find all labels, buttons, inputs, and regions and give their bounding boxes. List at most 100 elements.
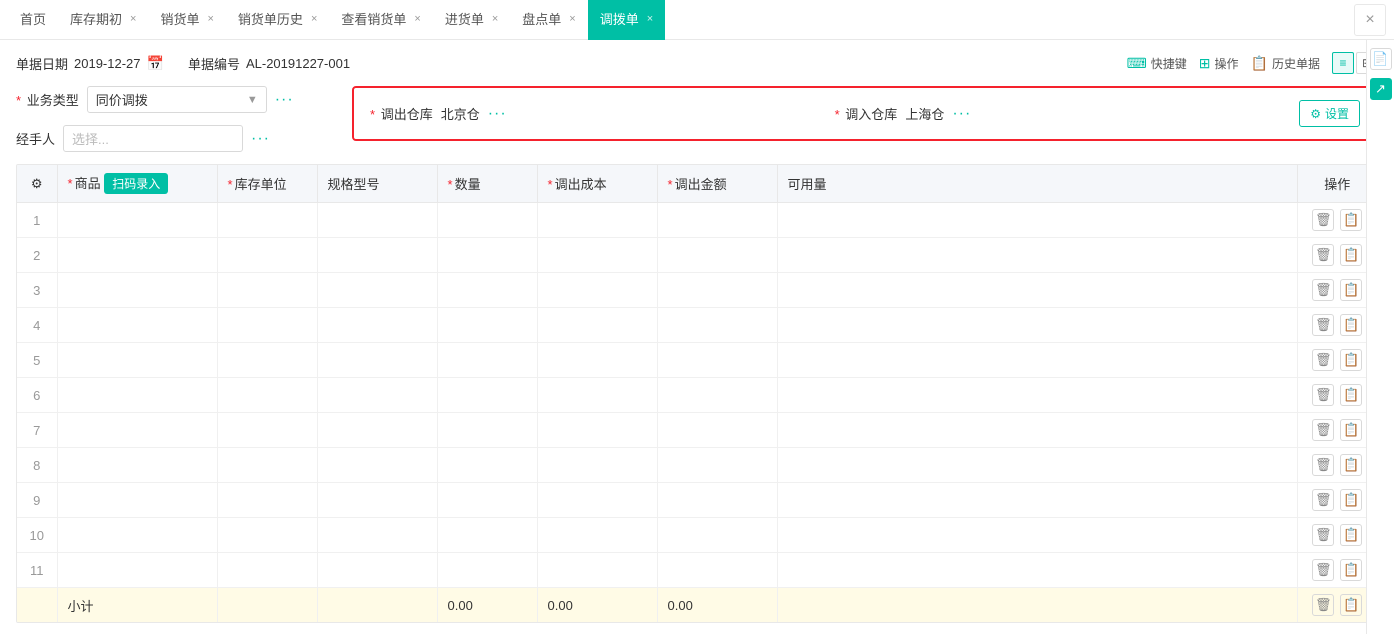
row-delete-11[interactable]: 🗑	[1312, 559, 1334, 581]
row-cost-6[interactable]	[537, 378, 657, 413]
row-delete-8[interactable]: 🗑	[1312, 454, 1334, 476]
row-amount-9[interactable]	[657, 483, 777, 518]
row-product-3[interactable]	[57, 273, 217, 308]
row-copy-1[interactable]: 📋	[1340, 209, 1362, 231]
row-cost-5[interactable]	[537, 343, 657, 378]
scan-button[interactable]: 扫码录入	[104, 173, 168, 194]
row-cost-2[interactable]	[537, 238, 657, 273]
tab-home[interactable]: 首页	[8, 0, 58, 40]
row-delete-6[interactable]: 🗑	[1312, 384, 1334, 406]
row-qty-9[interactable]	[437, 483, 537, 518]
row-amount-6[interactable]	[657, 378, 777, 413]
row-cost-8[interactable]	[537, 448, 657, 483]
row-available-1[interactable]	[777, 203, 1297, 238]
row-available-8[interactable]	[777, 448, 1297, 483]
row-copy-8[interactable]: 📋	[1340, 454, 1362, 476]
row-unit-8[interactable]	[217, 448, 317, 483]
settings-button[interactable]: ⚙ 设置	[1299, 100, 1360, 127]
tab-transfer-close[interactable]: ×	[647, 13, 653, 25]
row-product-10[interactable]	[57, 518, 217, 553]
tab-sales-order[interactable]: 销货单 ×	[148, 0, 225, 40]
row-spec-3[interactable]	[317, 273, 437, 308]
row-qty-10[interactable]	[437, 518, 537, 553]
row-spec-2[interactable]	[317, 238, 437, 273]
row-available-5[interactable]	[777, 343, 1297, 378]
business-type-ellipsis[interactable]: ···	[275, 91, 294, 109]
row-available-11[interactable]	[777, 553, 1297, 588]
row-qty-3[interactable]	[437, 273, 537, 308]
row-qty-11[interactable]	[437, 553, 537, 588]
tab-inventory-check-close[interactable]: ×	[569, 13, 575, 25]
row-delete-10[interactable]: 🗑	[1312, 524, 1334, 546]
row-unit-11[interactable]	[217, 553, 317, 588]
row-delete-4[interactable]: 🗑	[1312, 314, 1334, 336]
row-spec-8[interactable]	[317, 448, 437, 483]
history-action[interactable]: 📋 历史单据	[1251, 55, 1320, 72]
warehouse-in-ellipsis[interactable]: ···	[952, 105, 971, 123]
subtotal-delete[interactable]: 🗑	[1312, 594, 1334, 616]
row-spec-7[interactable]	[317, 413, 437, 448]
row-qty-8[interactable]	[437, 448, 537, 483]
row-spec-6[interactable]	[317, 378, 437, 413]
row-amount-2[interactable]	[657, 238, 777, 273]
row-amount-5[interactable]	[657, 343, 777, 378]
warehouse-in-value[interactable]: 上海仓	[905, 104, 944, 123]
row-product-7[interactable]	[57, 413, 217, 448]
tab-sales-history[interactable]: 销货单历史 ×	[226, 0, 329, 40]
row-unit-2[interactable]	[217, 238, 317, 273]
row-amount-8[interactable]	[657, 448, 777, 483]
document-date-value[interactable]: 2019-12-27	[74, 56, 141, 71]
row-unit-9[interactable]	[217, 483, 317, 518]
row-unit-7[interactable]	[217, 413, 317, 448]
row-copy-5[interactable]: 📋	[1340, 349, 1362, 371]
row-amount-1[interactable]	[657, 203, 777, 238]
row-delete-7[interactable]: 🗑	[1312, 419, 1334, 441]
row-delete-5[interactable]: 🗑	[1312, 349, 1334, 371]
row-product-9[interactable]	[57, 483, 217, 518]
row-amount-10[interactable]	[657, 518, 777, 553]
row-qty-1[interactable]	[437, 203, 537, 238]
row-cost-7[interactable]	[537, 413, 657, 448]
warehouse-out-value[interactable]: 北京仓	[441, 104, 480, 123]
tab-purchase[interactable]: 进货单 ×	[433, 0, 510, 40]
row-product-5[interactable]	[57, 343, 217, 378]
row-available-10[interactable]	[777, 518, 1297, 553]
row-qty-2[interactable]	[437, 238, 537, 273]
row-copy-4[interactable]: 📋	[1340, 314, 1362, 336]
warehouse-out-ellipsis[interactable]: ···	[488, 105, 507, 123]
tab-view-sales[interactable]: 查看销货单 ×	[329, 0, 432, 40]
tab-sales-order-close[interactable]: ×	[207, 13, 213, 25]
tab-inventory-init[interactable]: 库存期初 ×	[58, 0, 148, 40]
row-amount-7[interactable]	[657, 413, 777, 448]
row-amount-11[interactable]	[657, 553, 777, 588]
row-unit-6[interactable]	[217, 378, 317, 413]
row-unit-10[interactable]	[217, 518, 317, 553]
row-spec-9[interactable]	[317, 483, 437, 518]
row-copy-10[interactable]: 📋	[1340, 524, 1362, 546]
row-cost-1[interactable]	[537, 203, 657, 238]
row-product-2[interactable]	[57, 238, 217, 273]
row-copy-11[interactable]: 📋	[1340, 559, 1362, 581]
row-product-11[interactable]	[57, 553, 217, 588]
tab-transfer[interactable]: 调拨单 ×	[588, 0, 665, 40]
row-delete-9[interactable]: 🗑	[1312, 489, 1334, 511]
row-unit-5[interactable]	[217, 343, 317, 378]
row-spec-10[interactable]	[317, 518, 437, 553]
row-product-4[interactable]	[57, 308, 217, 343]
layout-list-button[interactable]: ≡	[1332, 52, 1354, 74]
row-qty-4[interactable]	[437, 308, 537, 343]
row-unit-1[interactable]	[217, 203, 317, 238]
row-cost-4[interactable]	[537, 308, 657, 343]
row-available-6[interactable]	[777, 378, 1297, 413]
calendar-icon[interactable]: 📅	[147, 55, 164, 72]
row-cost-9[interactable]	[537, 483, 657, 518]
tab-inventory-init-close[interactable]: ×	[130, 13, 136, 25]
row-cost-3[interactable]	[537, 273, 657, 308]
row-spec-4[interactable]	[317, 308, 437, 343]
row-available-9[interactable]	[777, 483, 1297, 518]
th-settings[interactable]: ⚙	[17, 165, 57, 203]
row-amount-4[interactable]	[657, 308, 777, 343]
row-copy-7[interactable]: 📋	[1340, 419, 1362, 441]
tab-inventory-check[interactable]: 盘点单 ×	[510, 0, 587, 40]
row-spec-11[interactable]	[317, 553, 437, 588]
